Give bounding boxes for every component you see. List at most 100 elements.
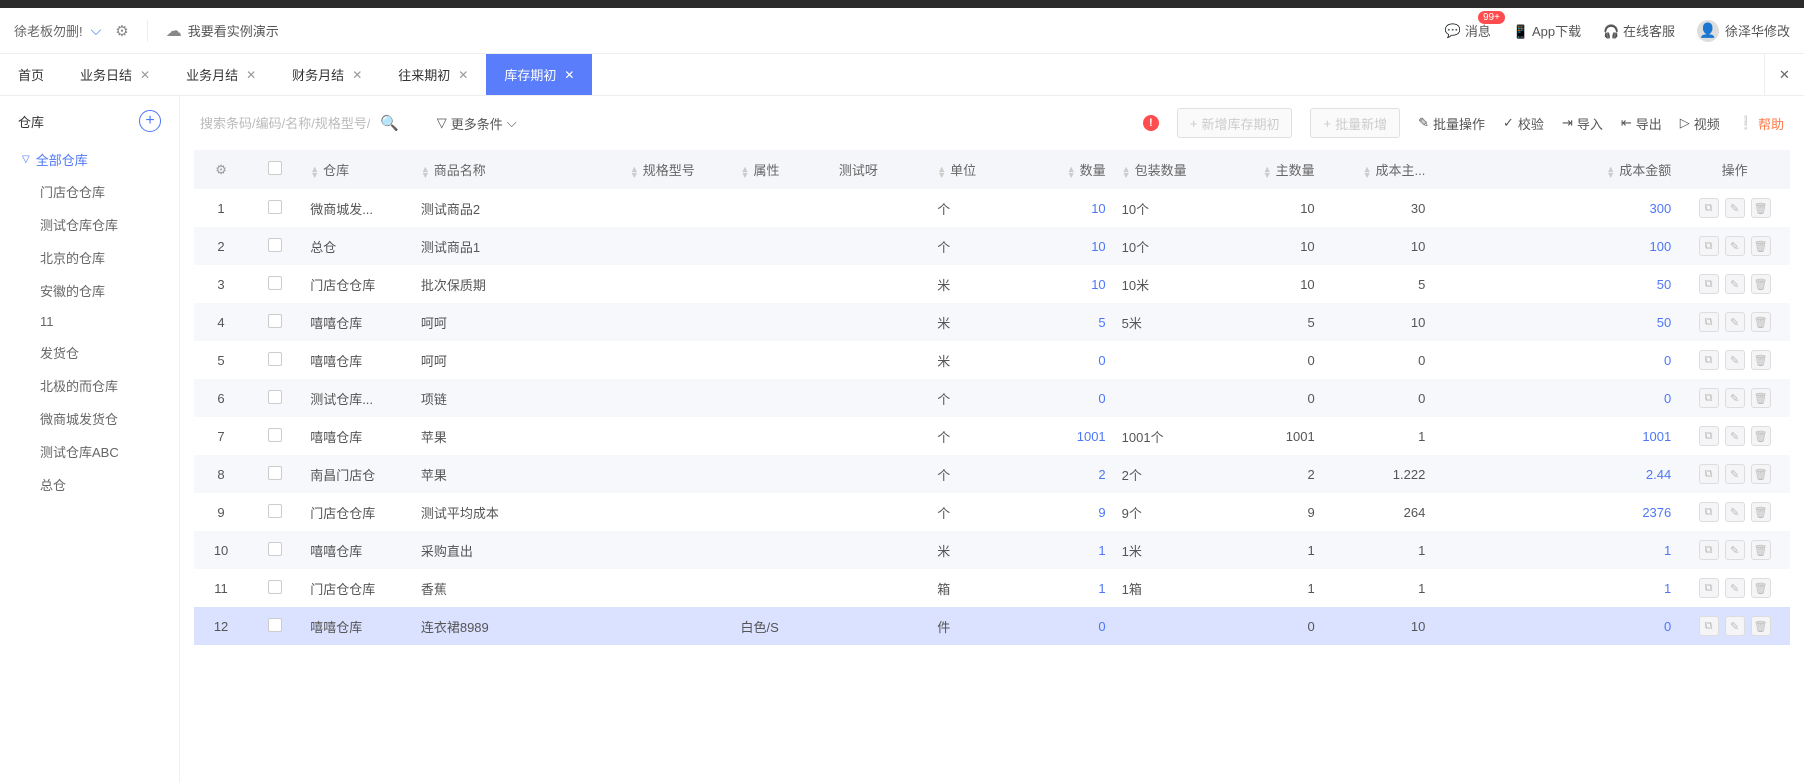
video-button[interactable]: ▷ 视频 xyxy=(1680,114,1720,133)
table-row[interactable]: 5嘻嘻仓库呵呵米0000⧉✎🗑 xyxy=(194,341,1790,379)
edit-icon[interactable]: ✎ xyxy=(1725,540,1745,560)
table-row[interactable]: 2总仓测试商品1个1010个1010100⧉✎🗑 xyxy=(194,227,1790,265)
delete-icon[interactable]: 🗑 xyxy=(1751,578,1771,598)
sidebar-item[interactable]: 11 xyxy=(0,307,179,336)
export-button[interactable]: ⇤ 导出 xyxy=(1621,114,1662,133)
close-icon[interactable]: ✕ xyxy=(246,68,256,82)
tab-库存期初[interactable]: 库存期初✕ xyxy=(486,54,592,95)
app-download-button[interactable]: 📱 App下载 xyxy=(1513,21,1581,40)
row-checkbox[interactable] xyxy=(268,428,282,442)
delete-icon[interactable]: 🗑 xyxy=(1751,388,1771,408)
row-checkbox[interactable] xyxy=(268,276,282,290)
edit-icon[interactable]: ✎ xyxy=(1725,312,1745,332)
sort-icon[interactable]: ▲▼ xyxy=(421,166,430,178)
support-button[interactable]: 🎧 在线客服 xyxy=(1603,21,1675,40)
close-all-tabs-button[interactable]: ✕ xyxy=(1764,54,1804,95)
sort-icon[interactable]: ▲▼ xyxy=(1606,166,1615,178)
delete-icon[interactable]: 🗑 xyxy=(1751,350,1771,370)
row-checkbox[interactable] xyxy=(268,618,282,632)
messages-button[interactable]: 💬 消息 99+ xyxy=(1445,21,1491,40)
row-checkbox[interactable] xyxy=(268,390,282,404)
table-row[interactable]: 12嘻嘻仓库连衣裙8989白色/S件00100⧉✎🗑 xyxy=(194,607,1790,645)
copy-icon[interactable]: ⧉ xyxy=(1699,312,1719,332)
delete-icon[interactable]: 🗑 xyxy=(1751,502,1771,522)
sort-icon[interactable]: ▲▼ xyxy=(1263,166,1272,178)
sort-icon[interactable]: ▲▼ xyxy=(741,166,750,178)
table-row[interactable]: 7嘻嘻仓库苹果个10011001个100111001⧉✎🗑 xyxy=(194,417,1790,455)
copy-icon[interactable]: ⧉ xyxy=(1699,540,1719,560)
table-row[interactable]: 11门店仓仓库香蕉箱11箱111⧉✎🗑 xyxy=(194,569,1790,607)
tab-财务月结[interactable]: 财务月结✕ xyxy=(274,54,380,95)
tree-root[interactable]: ▽ 全部仓库 xyxy=(0,144,179,175)
copy-icon[interactable]: ⧉ xyxy=(1699,236,1719,256)
copy-icon[interactable]: ⧉ xyxy=(1699,274,1719,294)
sidebar-item[interactable]: 北极的而仓库 xyxy=(0,369,179,402)
row-checkbox[interactable] xyxy=(268,314,282,328)
table-row[interactable]: 8南昌门店仓苹果个22个21.2222.44⧉✎🗑 xyxy=(194,455,1790,493)
search-input[interactable] xyxy=(200,116,370,131)
delete-icon[interactable]: 🗑 xyxy=(1751,198,1771,218)
close-icon[interactable]: ✕ xyxy=(564,68,574,82)
sort-icon[interactable]: ▲▼ xyxy=(1363,166,1372,178)
close-icon[interactable]: ✕ xyxy=(140,68,150,82)
copy-icon[interactable]: ⧉ xyxy=(1699,616,1719,636)
tab-往来期初[interactable]: 往来期初✕ xyxy=(380,54,486,95)
sidebar-item[interactable]: 总仓 xyxy=(0,468,179,501)
help-button[interactable]: ❕ 帮助 xyxy=(1738,114,1784,133)
delete-icon[interactable]: 🗑 xyxy=(1751,616,1771,636)
delete-icon[interactable]: 🗑 xyxy=(1751,236,1771,256)
table-row[interactable]: 1微商城发...测试商品2个1010个1030300⧉✎🗑 xyxy=(194,189,1790,227)
table-row[interactable]: 9门店仓仓库测试平均成本个99个92642376⧉✎🗑 xyxy=(194,493,1790,531)
row-checkbox[interactable] xyxy=(268,238,282,252)
gear-icon[interactable]: ⚙ xyxy=(215,162,227,177)
add-warehouse-button[interactable]: + xyxy=(139,110,161,132)
sort-icon[interactable]: ▲▼ xyxy=(630,166,639,178)
copy-icon[interactable]: ⧉ xyxy=(1699,388,1719,408)
edit-icon[interactable]: ✎ xyxy=(1725,198,1745,218)
edit-icon[interactable]: ✎ xyxy=(1725,464,1745,484)
copy-icon[interactable]: ⧉ xyxy=(1699,426,1719,446)
edit-icon[interactable]: ✎ xyxy=(1725,616,1745,636)
row-checkbox[interactable] xyxy=(268,352,282,366)
sort-icon[interactable]: ▲▼ xyxy=(1067,166,1076,178)
table-row[interactable]: 6测试仓库...项链个0000⧉✎🗑 xyxy=(194,379,1790,417)
gear-icon[interactable]: ⚙ xyxy=(115,22,128,40)
more-filter-button[interactable]: ▽ 更多条件 ⌵ xyxy=(437,114,517,133)
row-checkbox[interactable] xyxy=(268,580,282,594)
sidebar-item[interactable]: 测试仓库ABC xyxy=(0,435,179,468)
copy-icon[interactable]: ⧉ xyxy=(1699,198,1719,218)
sidebar-item[interactable]: 安徽的仓库 xyxy=(0,274,179,307)
account-selector[interactable]: 徐老板勿删! ⌵ xyxy=(14,21,101,40)
close-icon[interactable]: ✕ xyxy=(458,68,468,82)
row-checkbox[interactable] xyxy=(268,466,282,480)
tab-首页[interactable]: 首页 xyxy=(0,54,62,95)
user-menu[interactable]: 👤 徐泽华修改 xyxy=(1697,20,1790,42)
row-checkbox[interactable] xyxy=(268,200,282,214)
table-row[interactable]: 3门店仓仓库批次保质期米1010米10550⧉✎🗑 xyxy=(194,265,1790,303)
edit-icon[interactable]: ✎ xyxy=(1725,388,1745,408)
sidebar-item[interactable]: 发货仓 xyxy=(0,336,179,369)
sort-icon[interactable]: ▲▼ xyxy=(1122,166,1131,178)
warning-icon[interactable]: ! xyxy=(1143,115,1159,131)
delete-icon[interactable]: 🗑 xyxy=(1751,426,1771,446)
copy-icon[interactable]: ⧉ xyxy=(1699,464,1719,484)
sidebar-item[interactable]: 门店仓仓库 xyxy=(0,175,179,208)
close-icon[interactable]: ✕ xyxy=(352,68,362,82)
batch-operate-button[interactable]: ✎ 批量操作 xyxy=(1418,114,1485,133)
demo-link[interactable]: ☁ 我要看实例演示 xyxy=(166,21,279,41)
sort-icon[interactable]: ▲▼ xyxy=(937,166,946,178)
edit-icon[interactable]: ✎ xyxy=(1725,350,1745,370)
sidebar-item[interactable]: 微商城发货仓 xyxy=(0,402,179,435)
tab-业务月结[interactable]: 业务月结✕ xyxy=(168,54,274,95)
verify-button[interactable]: ✓ 校验 xyxy=(1503,114,1544,133)
table-row[interactable]: 4嘻嘻仓库呵呵米55米51050⧉✎🗑 xyxy=(194,303,1790,341)
copy-icon[interactable]: ⧉ xyxy=(1699,350,1719,370)
sidebar-item[interactable]: 北京的仓库 xyxy=(0,241,179,274)
search-icon[interactable]: 🔍 xyxy=(380,114,399,132)
delete-icon[interactable]: 🗑 xyxy=(1751,312,1771,332)
row-checkbox[interactable] xyxy=(268,504,282,518)
edit-icon[interactable]: ✎ xyxy=(1725,578,1745,598)
sidebar-item[interactable]: 测试仓库仓库 xyxy=(0,208,179,241)
edit-icon[interactable]: ✎ xyxy=(1725,236,1745,256)
delete-icon[interactable]: 🗑 xyxy=(1751,274,1771,294)
